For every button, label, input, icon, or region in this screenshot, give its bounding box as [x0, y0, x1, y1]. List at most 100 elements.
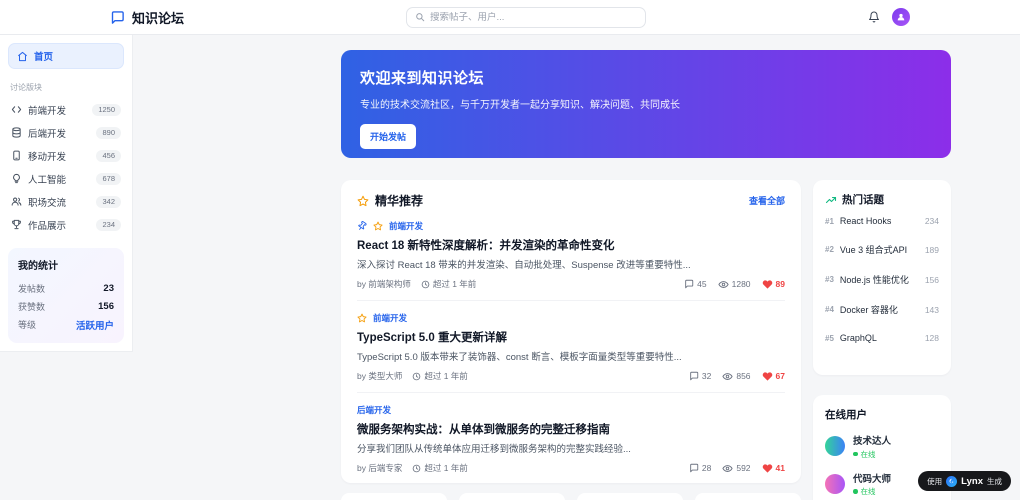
online-users-title: 在线用户 [825, 409, 867, 421]
comment-count: 45 [697, 279, 707, 289]
search-icon [415, 12, 425, 22]
hot-topic-item[interactable]: #3 Node.js 性能优化 156 [825, 264, 939, 294]
sidebar-section-label: 讨论版块 [10, 83, 42, 92]
eye-icon [722, 463, 733, 474]
post-item[interactable]: 前端开发 React 18 新特性深度解析：并发渲染的革命性变化 深入探讨 Re… [357, 209, 785, 300]
like-button[interactable]: 67 [762, 371, 785, 382]
topic-count: 143 [924, 304, 939, 315]
my-stats-card: 我的统计 发帖数 23 获赞数 156 等级 活跃用户 [8, 248, 124, 343]
post-tag[interactable]: 前端开发 [389, 220, 423, 232]
code-icon [11, 104, 22, 115]
star-icon [373, 221, 383, 231]
post-excerpt: TypeScript 5.0 版本带来了装饰器、const 断言、模板字面量类型… [357, 352, 682, 363]
featured-section-title: 精华推荐 [375, 194, 424, 208]
lynx-generator-badge[interactable]: 使用 Lynx 生成 [918, 471, 1011, 491]
comment-count: 32 [701, 371, 712, 381]
post-title[interactable]: React 18 新特性深度解析：并发渲染的革命性变化 [357, 237, 785, 253]
category-label: 前端开发 [28, 105, 67, 117]
trending-up-icon [825, 194, 837, 206]
topic-rank: #5 [825, 333, 834, 343]
topic-name: Vue 3 组合式API [839, 245, 908, 255]
post-item[interactable]: 后端开发 微服务架构实战：从单体到微服务的完整迁移指南 分享我们团队从传统单体应… [357, 392, 785, 484]
category-count-badge: 456 [96, 149, 121, 162]
topic-name: React Hooks [839, 216, 892, 226]
hero-subtitle: 专业的技术交流社区，与千万开发者一起分享知识、解决问题、共同成长 [360, 100, 680, 111]
start-post-button[interactable]: 开始发帖 [360, 124, 417, 149]
post-author[interactable]: by 类型大师 [357, 370, 402, 382]
lightbulb-icon [11, 173, 22, 184]
users-icon [11, 196, 22, 207]
comment-icon [689, 463, 699, 473]
online-status-text: 在线 [860, 487, 876, 496]
post-excerpt: 深入探讨 React 18 带来的并发渲染、自动批处理、Suspense 改进等… [357, 260, 691, 271]
online-status-dot [853, 489, 858, 494]
online-user-item[interactable]: 技术达人 在线 [825, 433, 939, 460]
hot-topic-item[interactable]: #5 GraphQL 128 [825, 324, 939, 351]
sidebar-item-home[interactable]: 首页 [8, 43, 124, 69]
post-author[interactable]: by 后端专家 [357, 462, 402, 474]
topic-count: 234 [924, 216, 939, 226]
top-header: 知识论坛 [0, 0, 1020, 35]
stats-title: 我的统计 [18, 261, 58, 272]
post-item[interactable]: 前端开发 TypeScript 5.0 重大更新详解 TypeScript 5.… [357, 300, 785, 392]
hot-topic-item[interactable]: #2 Vue 3 组合式API 189 [825, 234, 939, 264]
sidebar-category-item[interactable]: 人工智能 678 [8, 167, 124, 190]
post-tag[interactable]: 后端开发 [357, 404, 391, 416]
hero-banner: 欢迎来到知识论坛 专业的技术交流社区，与千万开发者一起分享知识、解决问题、共同成… [341, 50, 951, 158]
category-label: 作品展示 [28, 220, 67, 232]
stat-value: 活跃用户 [75, 320, 114, 332]
topic-rank: #2 [825, 245, 834, 254]
user-avatar [825, 473, 845, 494]
clock-icon [412, 464, 421, 473]
sidebar-category-item[interactable]: 作品展示 234 [8, 213, 124, 236]
view-all-link[interactable]: 查看全部 [749, 194, 785, 207]
topic-rank: #3 [825, 275, 834, 284]
category-count-badge: 678 [96, 172, 121, 185]
post-title[interactable]: 微服务架构实战：从单体到微服务的完整迁移指南 [357, 421, 785, 437]
comment-icon [684, 279, 694, 289]
heart-icon [762, 463, 773, 474]
hot-topics-title: 热门话题 [842, 194, 884, 206]
partial-card [695, 493, 801, 500]
like-button[interactable]: 89 [762, 279, 785, 290]
sidebar-category-item[interactable]: 职场交流 342 [8, 190, 124, 213]
post-author[interactable]: by 前端架构师 [357, 278, 411, 290]
sidebar-category-item[interactable]: 移动开发 456 [8, 144, 124, 167]
category-count-badge: 342 [96, 195, 121, 208]
category-label: 职场交流 [28, 197, 67, 209]
search-box[interactable] [406, 6, 646, 28]
home-icon [17, 51, 28, 62]
like-count: 41 [775, 463, 785, 473]
stat-row: 获赞数 156 [18, 297, 114, 315]
heart-icon [762, 279, 773, 290]
category-label: 人工智能 [28, 174, 67, 186]
post-title[interactable]: TypeScript 5.0 重大更新详解 [357, 329, 785, 345]
post-tag[interactable]: 前端开发 [373, 312, 407, 324]
user-avatar[interactable] [892, 8, 910, 26]
heart-icon [762, 371, 773, 382]
post-time: 超过 1 年前 [432, 279, 477, 289]
hot-topic-item[interactable]: #1 React Hooks 234 [825, 207, 939, 234]
clock-icon [412, 372, 421, 381]
star-icon [357, 195, 369, 207]
topic-count: 189 [924, 244, 939, 255]
topic-count: 156 [924, 274, 939, 285]
clock-icon [421, 280, 430, 289]
notification-bell-icon[interactable] [868, 11, 880, 23]
sidebar-category-item[interactable]: 前端开发 1250 [8, 98, 124, 121]
search-input[interactable] [430, 11, 637, 23]
like-count: 67 [775, 371, 785, 381]
hot-topic-item[interactable]: #4 Docker 容器化 143 [825, 294, 939, 324]
topic-name: GraphQL [839, 333, 877, 343]
view-count: 592 [736, 463, 751, 473]
topic-name: Docker 容器化 [839, 305, 898, 315]
star-icon [357, 313, 367, 323]
brand[interactable]: 知识论坛 [110, 8, 184, 27]
badge-brand: Lynx [961, 475, 983, 487]
partial-card [577, 493, 683, 500]
bottom-card-row [341, 493, 801, 500]
like-button[interactable]: 41 [762, 463, 785, 474]
sidebar-category-item[interactable]: 后端开发 890 [8, 121, 124, 144]
stat-label: 发帖数 [18, 283, 46, 294]
eye-icon [718, 279, 729, 290]
